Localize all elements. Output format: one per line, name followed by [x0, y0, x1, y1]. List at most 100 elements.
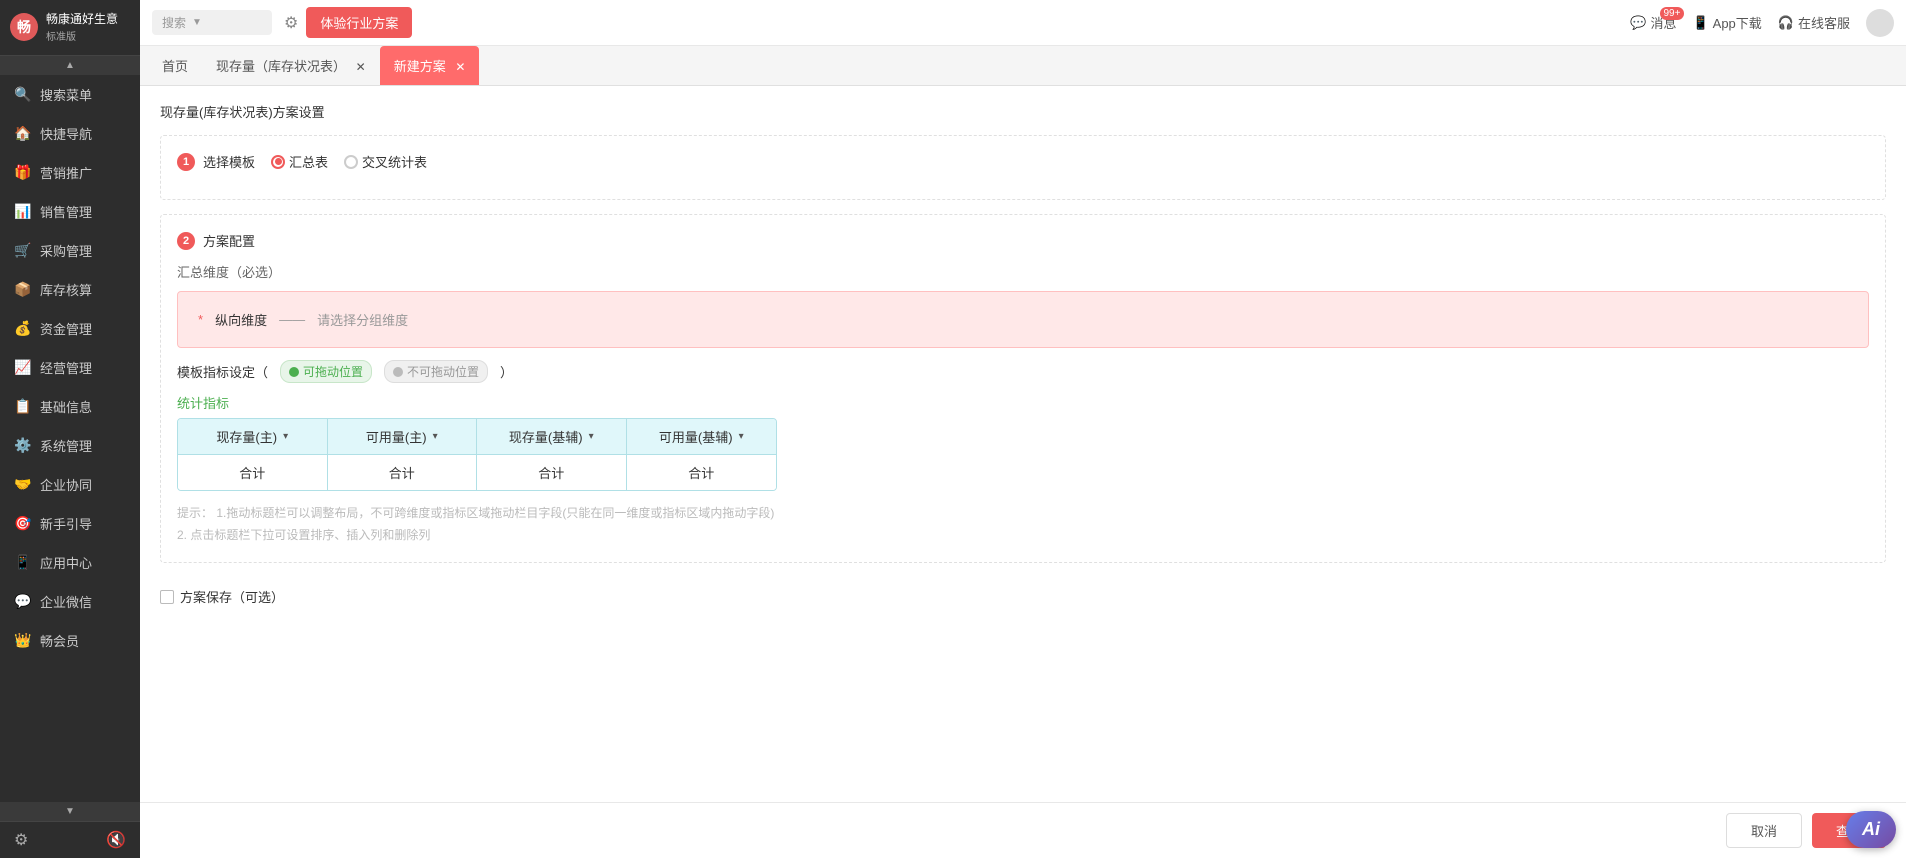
sidebar-item-sys-mgmt[interactable]: ⚙️ 系统管理 [0, 426, 140, 465]
section2-header: 2 方案配置 [177, 231, 1869, 250]
sidebar-item-wechat[interactable]: 💬 企业微信 [0, 582, 140, 621]
search-placeholder: 搜索 [162, 14, 186, 31]
vertical-dim-label: 纵向维度 [215, 310, 267, 329]
logo-icon: 畅 [10, 13, 38, 41]
wechat-icon: 💬 [14, 592, 32, 610]
gear-icon[interactable]: ⚙ [284, 13, 298, 33]
headset-icon: 🎧 [1778, 15, 1794, 31]
trial-button[interactable]: 体验行业方案 [306, 7, 412, 38]
col-main-stock[interactable]: 现存量(主) ▾ [178, 419, 328, 454]
app-download-item[interactable]: 📱 App下载 [1692, 13, 1761, 32]
col-aux-stock[interactable]: 现存量(基辅) ▾ [477, 419, 627, 454]
tab-inventory-status[interactable]: 现存量（库存状况表） ✕ [202, 46, 380, 85]
purchase-icon: 🛒 [14, 241, 32, 259]
footer-bar: 取消 查询 [140, 802, 1906, 858]
sidebar-logo: 畅 畅康通好生意 标准版 [0, 0, 140, 56]
section1-header: 1 选择模板 汇总表 交叉统计表 [177, 152, 1869, 171]
dimension-area: * 纵向维度 —— 请选择分组维度 [177, 291, 1869, 348]
tab-home[interactable]: 首页 [148, 46, 202, 85]
app-center-icon: 📱 [14, 553, 32, 571]
save-checkbox[interactable] [160, 590, 174, 604]
stats-label: 统计指标 [177, 393, 1869, 412]
cancel-button[interactable]: 取消 [1726, 813, 1802, 848]
sidebar-item-enterprise[interactable]: 🤝 企业协同 [0, 465, 140, 504]
main-area: 搜索 ▼ ⚙ 体验行业方案 💬 消息 99+ 📱 App下载 🎧 在线客服 首页 [140, 0, 1906, 858]
col-main-available-chevron: ▾ [433, 431, 438, 442]
message-icon: 💬 [1630, 15, 1646, 31]
sidebar-item-finance[interactable]: 💰 资金管理 [0, 309, 140, 348]
search-area[interactable]: 搜索 ▼ [152, 10, 272, 35]
sidebar-item-base-info[interactable]: 📋 基础信息 [0, 387, 140, 426]
new-guide-icon: 🎯 [14, 514, 32, 532]
template-radio-group: 汇总表 交叉统计表 [271, 152, 427, 171]
sidebar-item-new-guide[interactable]: 🎯 新手引导 [0, 504, 140, 543]
required-mark: * [198, 312, 203, 327]
settings-icon[interactable]: ⚙ [14, 830, 28, 850]
col-main-available[interactable]: 可用量(主) ▾ [328, 419, 478, 454]
operation-icon: 📈 [14, 358, 32, 376]
col-main-stock-chevron: ▾ [283, 431, 288, 442]
col-aux-available[interactable]: 可用量(基辅) ▾ [627, 419, 777, 454]
sidebar-item-app-center[interactable]: 📱 应用中心 [0, 543, 140, 582]
summary-dim-label: 汇总维度（必选） [177, 262, 1869, 281]
cell-aux-stock: 合计 [477, 455, 627, 490]
tip-2: 2. 点击标题栏下拉可设置排序、插入列和删除列 [177, 525, 1869, 547]
section2-num: 2 [177, 232, 195, 250]
radio-summary-circle [271, 155, 285, 169]
dim-placeholder[interactable]: 请选择分组维度 [317, 310, 408, 329]
sidebar-nav: 🔍 搜索菜单 🏠 快捷导航 🎁 营销推广 📊 销售管理 🛒 采购管理 📦 库存核… [0, 75, 140, 802]
sidebar-item-quick-nav[interactable]: 🏠 快捷导航 [0, 114, 140, 153]
section-config: 2 方案配置 汇总维度（必选） * 纵向维度 —— 请选择分组维度 模板指标设定… [160, 214, 1886, 563]
topbar-right: 💬 消息 99+ 📱 App下载 🎧 在线客服 [1630, 9, 1894, 37]
tab-inventory-close-icon[interactable]: ✕ [356, 60, 366, 74]
sidebar-item-sales[interactable]: 📊 销售管理 [0, 192, 140, 231]
volume-icon[interactable]: 🔇 [106, 830, 126, 850]
stats-table-header: 现存量(主) ▾ 可用量(主) ▾ 现存量(基辅) ▾ 可用量(基辅) [178, 419, 776, 454]
search-menu-icon: 🔍 [14, 85, 32, 103]
content-area: 现存量(库存状况表)方案设置 1 选择模板 汇总表 交叉统计表 [140, 86, 1906, 858]
logo-text: 畅康通好生意 标准版 [46, 12, 118, 43]
user-avatar[interactable] [1866, 9, 1894, 37]
base-info-icon: 📋 [14, 397, 32, 415]
sidebar-scroll-up[interactable]: ▲ [0, 56, 140, 75]
section1-label: 选择模板 [203, 152, 255, 171]
sidebar-item-vip[interactable]: 👑 畅会员 [0, 621, 140, 660]
dimension-row: * 纵向维度 —— 请选择分组维度 [198, 310, 1848, 329]
radio-summary[interactable]: 汇总表 [271, 152, 328, 171]
online-service-item[interactable]: 🎧 在线客服 [1778, 13, 1850, 32]
indicator-settings-label: 模板指标设定（ [177, 362, 268, 381]
stats-table-row: 合计 合计 合计 合计 [178, 454, 776, 490]
search-dropdown-icon: ▼ [192, 17, 202, 28]
tab-new-plan[interactable]: 新建方案 ✕ [380, 46, 480, 85]
tips-section: 提示： 1.拖动标题栏可以调整布局，不可跨维度或指标区域拖动栏目字段(只能在同一… [177, 503, 1869, 546]
sidebar-scroll-down[interactable]: ▼ [0, 802, 140, 821]
non-draggable-badge: 不可拖动位置 [384, 360, 488, 383]
sidebar-item-purchase[interactable]: 🛒 采购管理 [0, 231, 140, 270]
section2-label: 方案配置 [203, 231, 255, 250]
inventory-icon: 📦 [14, 280, 32, 298]
tabbar: 首页 现存量（库存状况表） ✕ 新建方案 ✕ [140, 46, 1906, 86]
save-checkbox-label: 方案保存（可选） [180, 587, 284, 606]
finance-icon: 💰 [14, 319, 32, 337]
radio-cross[interactable]: 交叉统计表 [344, 152, 427, 171]
sidebar-item-search-menu[interactable]: 🔍 搜索菜单 [0, 75, 140, 114]
sidebar-item-marketing[interactable]: 🎁 营销推广 [0, 153, 140, 192]
draggable-badge: 可拖动位置 [280, 360, 372, 383]
sidebar-item-operation[interactable]: 📈 经营管理 [0, 348, 140, 387]
ai-badge[interactable]: Ai [1846, 811, 1896, 848]
section-template: 1 选择模板 汇总表 交叉统计表 [160, 135, 1886, 200]
sys-mgmt-icon: ⚙️ [14, 436, 32, 454]
sidebar-item-inventory[interactable]: 📦 库存核算 [0, 270, 140, 309]
sales-icon: 📊 [14, 202, 32, 220]
stats-table: 现存量(主) ▾ 可用量(主) ▾ 现存量(基辅) ▾ 可用量(基辅) [177, 418, 777, 491]
stats-section: 统计指标 现存量(主) ▾ 可用量(主) ▾ 现存量(基辅) [177, 393, 1869, 491]
marketing-icon: 🎁 [14, 163, 32, 181]
section1-num: 1 [177, 153, 195, 171]
indicator-suffix: ） [500, 362, 513, 381]
enterprise-icon: 🤝 [14, 475, 32, 493]
app-download-icon: 📱 [1692, 15, 1708, 31]
messages-badge: 99+ [1660, 7, 1685, 20]
vip-icon: 👑 [14, 631, 32, 649]
tab-new-plan-close-icon[interactable]: ✕ [455, 60, 465, 74]
messages-item[interactable]: 💬 消息 99+ [1630, 13, 1676, 32]
